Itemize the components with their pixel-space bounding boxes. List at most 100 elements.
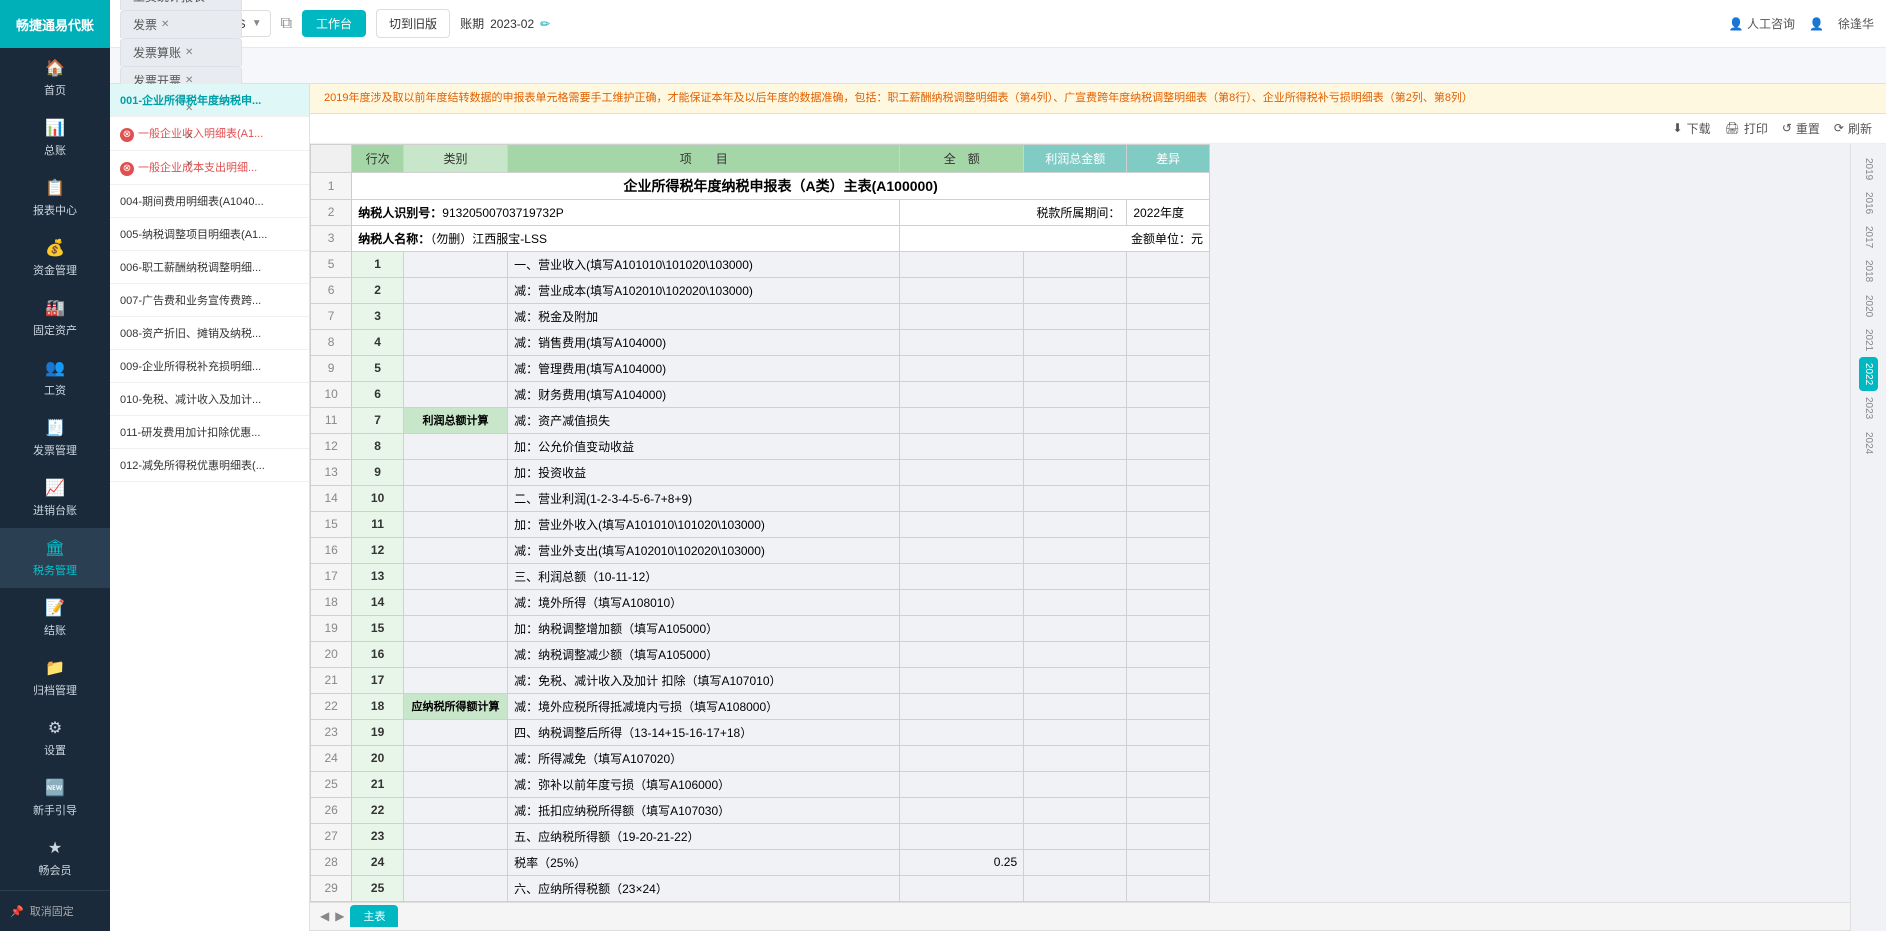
sidebar-item-reports[interactable]: 📋报表中心 xyxy=(0,168,110,228)
value-cell-6[interactable] xyxy=(900,407,1024,433)
sidebar-item-settings[interactable]: ⚙设置 xyxy=(0,708,110,768)
left-panel-item-007[interactable]: 007-广告费和业务宣传费跨... xyxy=(110,284,309,317)
profit-cell-19[interactable] xyxy=(1024,745,1127,771)
sidebar-item-member[interactable]: ★畅会员 xyxy=(0,828,110,888)
left-panel-item-002[interactable]: ⊗一般企业收入明细表(A1... xyxy=(110,117,309,151)
timeline-year-2024[interactable]: 2024 xyxy=(1859,426,1878,460)
left-panel-item-012[interactable]: 012-减免所得税优惠明细表(... xyxy=(110,449,309,482)
diff-cell-21[interactable] xyxy=(1127,797,1210,823)
value-cell-24[interactable] xyxy=(900,875,1024,901)
value-cell-19[interactable] xyxy=(900,745,1024,771)
timeline-year-2020[interactable]: 2020 xyxy=(1859,289,1878,323)
profit-cell-11[interactable] xyxy=(1024,537,1127,563)
value-cell-8[interactable] xyxy=(900,459,1024,485)
sidebar-pin-btn[interactable]: 📌 取消固定 xyxy=(0,897,110,925)
diff-cell-2[interactable] xyxy=(1127,303,1210,329)
profit-cell-2[interactable] xyxy=(1024,303,1127,329)
profit-cell-13[interactable] xyxy=(1024,589,1127,615)
diff-cell-8[interactable] xyxy=(1127,459,1210,485)
value-cell-9[interactable] xyxy=(900,485,1024,511)
profit-cell-24[interactable] xyxy=(1024,875,1127,901)
diff-cell-4[interactable] xyxy=(1127,355,1210,381)
left-panel-item-008[interactable]: 008-资产折旧、摊销及纳税... xyxy=(110,317,309,350)
profit-cell-14[interactable] xyxy=(1024,615,1127,641)
left-panel-item-010[interactable]: 010-免税、减计收入及加计... xyxy=(110,383,309,416)
value-cell-10[interactable] xyxy=(900,511,1024,537)
timeline-year-2017[interactable]: 2017 xyxy=(1859,220,1878,254)
value-cell-7[interactable] xyxy=(900,433,1024,459)
diff-cell-24[interactable] xyxy=(1127,875,1210,901)
value-cell-15[interactable] xyxy=(900,641,1024,667)
value-cell-0[interactable] xyxy=(900,251,1024,277)
diff-cell-14[interactable] xyxy=(1127,615,1210,641)
value-cell-4[interactable] xyxy=(900,355,1024,381)
diff-cell-20[interactable] xyxy=(1127,771,1210,797)
profit-cell-17[interactable] xyxy=(1024,693,1127,719)
sidebar-item-guide[interactable]: 🆕新手引导 xyxy=(0,768,110,828)
profit-cell-9[interactable] xyxy=(1024,485,1127,511)
diff-cell-18[interactable] xyxy=(1127,719,1210,745)
sidebar-item-close[interactable]: 📝结账 xyxy=(0,588,110,648)
diff-cell-23[interactable] xyxy=(1127,849,1210,875)
timeline-year-2019[interactable]: 2019 xyxy=(1859,152,1878,186)
profit-cell-23[interactable] xyxy=(1024,849,1127,875)
left-panel-item-006[interactable]: 006-职工薪酬纳税调整明细... xyxy=(110,251,309,284)
sidebar-item-salary[interactable]: 👥工资 xyxy=(0,348,110,408)
left-panel-item-004[interactable]: 004-期间费用明细表(A1040... xyxy=(110,185,309,218)
reset-button[interactable]: ↺ 重置 xyxy=(1782,120,1820,137)
value-cell-18[interactable] xyxy=(900,719,1024,745)
profit-cell-3[interactable] xyxy=(1024,329,1127,355)
tab-发票算账[interactable]: 发票算账✕ xyxy=(120,38,242,66)
refresh-button[interactable]: ⟳ 刷新 xyxy=(1834,120,1872,137)
diff-cell-17[interactable] xyxy=(1127,693,1210,719)
value-cell-2[interactable] xyxy=(900,303,1024,329)
timeline-year-2016[interactable]: 2016 xyxy=(1859,186,1878,220)
tab-close-icon[interactable]: ✕ xyxy=(209,0,217,2)
left-panel-item-009[interactable]: 009-企业所得税补充损明细... xyxy=(110,350,309,383)
sidebar-item-fixed-assets[interactable]: 🏭固定资产 xyxy=(0,288,110,348)
diff-cell-1[interactable] xyxy=(1127,277,1210,303)
value-cell-1[interactable] xyxy=(900,277,1024,303)
diff-cell-22[interactable] xyxy=(1127,823,1210,849)
profit-cell-22[interactable] xyxy=(1024,823,1127,849)
copy-icon[interactable]: ⧉ xyxy=(281,15,292,33)
profit-cell-20[interactable] xyxy=(1024,771,1127,797)
diff-cell-0[interactable] xyxy=(1127,251,1210,277)
sidebar-item-sales-ledger[interactable]: 📈进销台账 xyxy=(0,468,110,528)
diff-cell-9[interactable] xyxy=(1127,485,1210,511)
profit-cell-4[interactable] xyxy=(1024,355,1127,381)
tab-close-icon[interactable]: ✕ xyxy=(185,131,193,142)
profit-cell-10[interactable] xyxy=(1024,511,1127,537)
value-cell-20[interactable] xyxy=(900,771,1024,797)
service-btn[interactable]: 👤 人工咨询 xyxy=(1729,15,1795,32)
value-cell-16[interactable] xyxy=(900,667,1024,693)
timeline-year-2022[interactable]: 2022 xyxy=(1859,357,1878,391)
profit-cell-12[interactable] xyxy=(1024,563,1127,589)
profit-cell-8[interactable] xyxy=(1024,459,1127,485)
value-cell-12[interactable] xyxy=(900,563,1024,589)
diff-cell-15[interactable] xyxy=(1127,641,1210,667)
diff-cell-19[interactable] xyxy=(1127,745,1210,771)
period-edit-icon[interactable]: ✏ xyxy=(540,17,550,31)
sheet-prev-btn[interactable]: ◀ xyxy=(320,909,329,923)
download-button[interactable]: ⬇ 下载 xyxy=(1673,120,1711,137)
tab-工资统计报表[interactable]: 工资统计报表✕ xyxy=(120,0,242,10)
value-cell-3[interactable] xyxy=(900,329,1024,355)
print-button[interactable]: 🖨 打印 xyxy=(1725,120,1768,137)
sidebar-item-fund[interactable]: 💰资金管理 xyxy=(0,228,110,288)
sidebar-item-invoice[interactable]: 🧾发票管理 xyxy=(0,408,110,468)
profit-cell-1[interactable] xyxy=(1024,277,1127,303)
sheet-tab-主表[interactable]: 主表 xyxy=(350,905,398,927)
profit-cell-18[interactable] xyxy=(1024,719,1127,745)
profit-cell-16[interactable] xyxy=(1024,667,1127,693)
value-cell-17[interactable] xyxy=(900,693,1024,719)
diff-cell-10[interactable] xyxy=(1127,511,1210,537)
tab-发票[interactable]: 发票✕ xyxy=(120,10,242,38)
sidebar-item-tax[interactable]: 🏛税务管理 xyxy=(0,528,110,588)
tab-close-icon[interactable]: ✕ xyxy=(185,75,193,86)
tab-close-icon[interactable]: ✕ xyxy=(185,47,193,58)
switch-old-button[interactable]: 切到旧版 xyxy=(376,9,450,38)
value-cell-5[interactable] xyxy=(900,381,1024,407)
diff-cell-3[interactable] xyxy=(1127,329,1210,355)
profit-cell-5[interactable] xyxy=(1024,381,1127,407)
